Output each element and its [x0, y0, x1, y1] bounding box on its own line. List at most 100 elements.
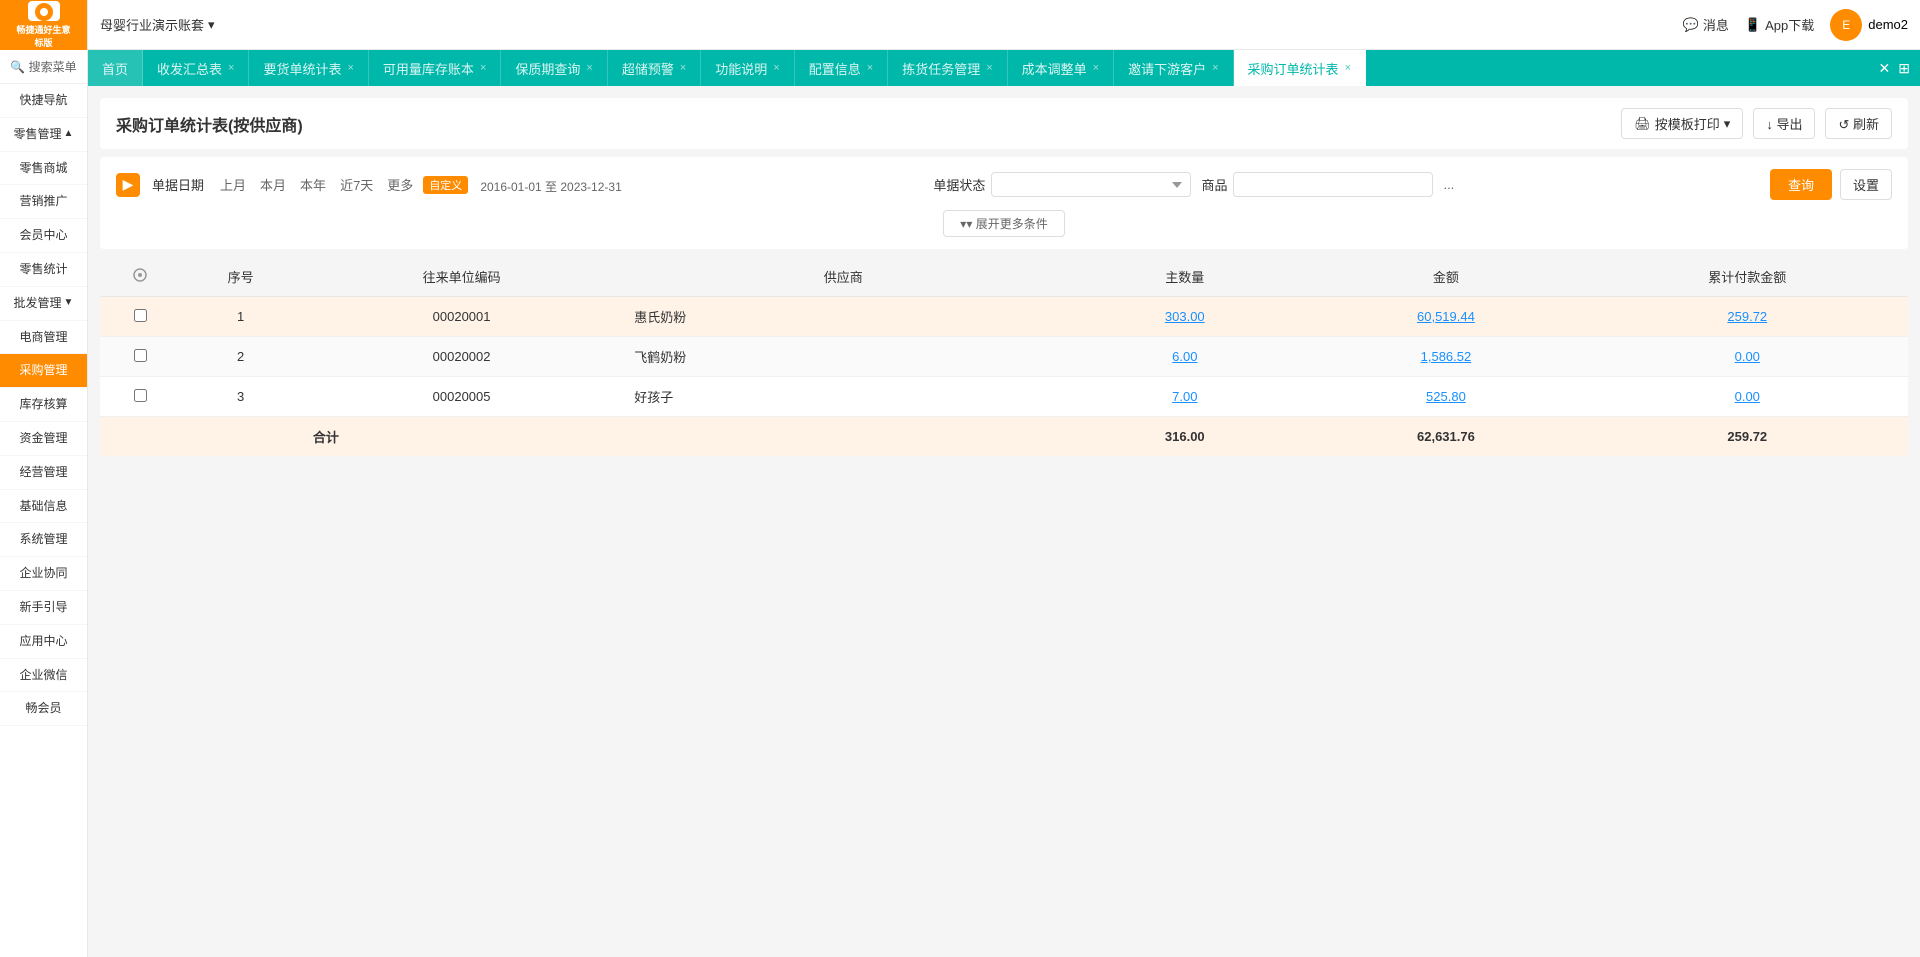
- row-no-2: 3: [180, 377, 301, 417]
- refresh-button[interactable]: ↺ 刷新: [1825, 108, 1892, 139]
- export-button[interactable]: ↓ 导出: [1753, 108, 1815, 139]
- sidebar-item-wechat[interactable]: 企业微信: [0, 659, 87, 693]
- tab-close-tuohuo[interactable]: ×: [986, 62, 992, 74]
- tab-close-keyongliang[interactable]: ×: [480, 62, 486, 74]
- data-table: 序号 往来单位编码 供应商 主数量 金额 累计付款金额 1 00020001 惠…: [100, 257, 1908, 456]
- row-amount-0[interactable]: 60,519.44: [1305, 297, 1586, 337]
- sidebar-item-appcenter[interactable]: 应用中心: [0, 625, 87, 659]
- settings-icon: [133, 268, 147, 282]
- row-qty-0[interactable]: 303.00: [1064, 297, 1305, 337]
- sidebar-item-basic[interactable]: 基础信息: [0, 490, 87, 524]
- tab-chenben[interactable]: 成本调整单 ×: [1008, 50, 1114, 86]
- settings-button[interactable]: 设置: [1840, 169, 1892, 200]
- tab-yaoqing[interactable]: 邀请下游客户 ×: [1114, 50, 1233, 86]
- tab-close-chaochu[interactable]: ×: [680, 62, 686, 74]
- col-supplier-header: 供应商: [622, 257, 1064, 297]
- sidebar-search[interactable]: 🔍 搜索菜单: [0, 50, 87, 84]
- goods-label: 商品: [1201, 175, 1227, 194]
- sidebar-item-newguide[interactable]: 新手引导: [0, 591, 87, 625]
- tab-home[interactable]: 首页: [88, 50, 143, 86]
- tab-caigou-active[interactable]: 采购订单统计表 ×: [1234, 50, 1366, 86]
- expand-more-button[interactable]: ▾▾ 展开更多条件: [943, 210, 1064, 237]
- sidebar-item-system[interactable]: 系统管理: [0, 523, 87, 557]
- page-actions: 🖨 按模板打印 ▾ ↓ 导出 ↺ 刷新: [1621, 108, 1892, 139]
- topbar-actions: 💬 消息 📱 App下载 E demo2: [1683, 9, 1908, 41]
- goods-input[interactable]: [1233, 172, 1433, 197]
- sidebar-item-ecommerce[interactable]: 电商管理: [0, 321, 87, 355]
- row-paid-2[interactable]: 0.00: [1587, 377, 1908, 417]
- sidebar-item-enterprise[interactable]: 企业协同: [0, 557, 87, 591]
- tab-close-shoufahuizong[interactable]: ×: [228, 62, 234, 74]
- sidebar-item-retail-shop[interactable]: 零售商城: [0, 152, 87, 186]
- tab-close-gongneng[interactable]: ×: [773, 62, 779, 74]
- sidebar-item-wholesale[interactable]: 批发管理 ▼: [0, 287, 87, 321]
- more-date-btn[interactable]: 更多: [383, 173, 417, 196]
- tab-keyongliang[interactable]: 可用量库存账本 ×: [369, 50, 501, 86]
- this-year-btn[interactable]: 本年: [296, 173, 330, 196]
- row-qty-2[interactable]: 7.00: [1064, 377, 1305, 417]
- tab-expand[interactable]: ⊞: [1898, 60, 1910, 77]
- row-checkbox-0[interactable]: [100, 297, 180, 337]
- tab-chaochu[interactable]: 超储预警 ×: [608, 50, 701, 86]
- sidebar-item-purchase[interactable]: 采购管理: [0, 354, 87, 388]
- tab-yaohuodantongji[interactable]: 要货单统计表 ×: [249, 50, 368, 86]
- row-paid-0[interactable]: 259.72: [1587, 297, 1908, 337]
- sidebar-item-operation[interactable]: 经营管理: [0, 456, 87, 490]
- col-code-header: 往来单位编码: [301, 257, 622, 297]
- row-amount-2[interactable]: 525.80: [1305, 377, 1586, 417]
- sidebar-item-member[interactable]: 会员中心: [0, 219, 87, 253]
- status-select[interactable]: [991, 172, 1191, 197]
- tab-close-baozhouqi[interactable]: ×: [586, 62, 592, 74]
- tab-shoufahuizong[interactable]: 收发汇总表 ×: [143, 50, 249, 86]
- app-download-btn[interactable]: 📱 App下载: [1745, 15, 1814, 34]
- template-print-button[interactable]: 🖨 按模板打印 ▾: [1621, 108, 1743, 139]
- this-month-btn[interactable]: 本月: [256, 173, 290, 196]
- sidebar-item-vip[interactable]: 畅会员: [0, 692, 87, 726]
- sidebar-item-inventory[interactable]: 库存核算: [0, 388, 87, 422]
- row-amount-1[interactable]: 1,586.52: [1305, 337, 1586, 377]
- sidebar-item-retail-stat[interactable]: 零售统计: [0, 253, 87, 287]
- row-supplier-2: 好孩子: [622, 377, 1064, 417]
- tab-tuohuo[interactable]: 拣货任务管理 ×: [888, 50, 1007, 86]
- col-paid-header: 累计付款金额: [1587, 257, 1908, 297]
- tab-peizhi[interactable]: 配置信息 ×: [795, 50, 888, 86]
- row-paid-1[interactable]: 0.00: [1587, 337, 1908, 377]
- message-btn[interactable]: 💬 消息: [1683, 15, 1729, 34]
- tab-close-caigou[interactable]: ×: [1345, 62, 1351, 74]
- prev-month-btn[interactable]: 上月: [216, 173, 250, 196]
- row-checkbox-1[interactable]: [100, 337, 180, 377]
- expand-more-row: ▾▾ 展开更多条件: [116, 210, 1892, 237]
- query-button[interactable]: 查询: [1770, 169, 1832, 200]
- tab-close-all[interactable]: ✕: [1879, 60, 1891, 77]
- col-settings-header[interactable]: [100, 257, 180, 297]
- custom-date-tag[interactable]: 自定义: [423, 176, 468, 194]
- sidebar-quick-nav[interactable]: 快捷导航: [0, 84, 87, 118]
- tab-close-yaoqing[interactable]: ×: [1212, 62, 1218, 74]
- 7days-btn[interactable]: 近7天: [336, 173, 377, 196]
- sidebar-item-retail[interactable]: 零售管理 ▲: [0, 118, 87, 152]
- user-menu[interactable]: E demo2: [1830, 9, 1908, 41]
- footer-qty: 316.00: [1064, 417, 1305, 457]
- sidebar-item-marketing[interactable]: 营销推广: [0, 185, 87, 219]
- tab-close-chenben[interactable]: ×: [1093, 62, 1099, 74]
- tab-close-peizhi[interactable]: ×: [867, 62, 873, 74]
- filter-right: 查询 设置: [1770, 169, 1892, 200]
- table-row: 3 00020005 好孩子 7.00 525.80 0.00: [100, 377, 1908, 417]
- more-filter-btn[interactable]: ...: [1439, 177, 1458, 192]
- row-checkbox-2[interactable]: [100, 377, 180, 417]
- tab-close-yaohuodantongji[interactable]: ×: [347, 62, 353, 74]
- row-qty-1[interactable]: 6.00: [1064, 337, 1305, 377]
- table-row: 1 00020001 惠氏奶粉 303.00 60,519.44 259.72: [100, 297, 1908, 337]
- tab-gongneng[interactable]: 功能说明 ×: [701, 50, 794, 86]
- content-area: 采购订单统计表(按供应商) 🖨 按模板打印 ▾ ↓ 导出 ↺ 刷新: [88, 86, 1920, 957]
- row-no-0: 1: [180, 297, 301, 337]
- row-code-2: 00020005: [301, 377, 622, 417]
- logo-icon: [28, 1, 60, 21]
- filter-toggle-button[interactable]: ▶: [116, 173, 140, 197]
- tab-baozhouqi[interactable]: 保质期查询 ×: [501, 50, 607, 86]
- account-dropdown[interactable]: 母婴行业演示账套 ▾: [100, 15, 215, 34]
- goods-filter-field: 商品 ...: [1201, 172, 1458, 197]
- table-footer-row: 合计 316.00 62,631.76 259.72: [100, 417, 1908, 457]
- data-table-container: 序号 往来单位编码 供应商 主数量 金额 累计付款金额 1 00020001 惠…: [100, 257, 1908, 456]
- sidebar-item-capital[interactable]: 资金管理: [0, 422, 87, 456]
